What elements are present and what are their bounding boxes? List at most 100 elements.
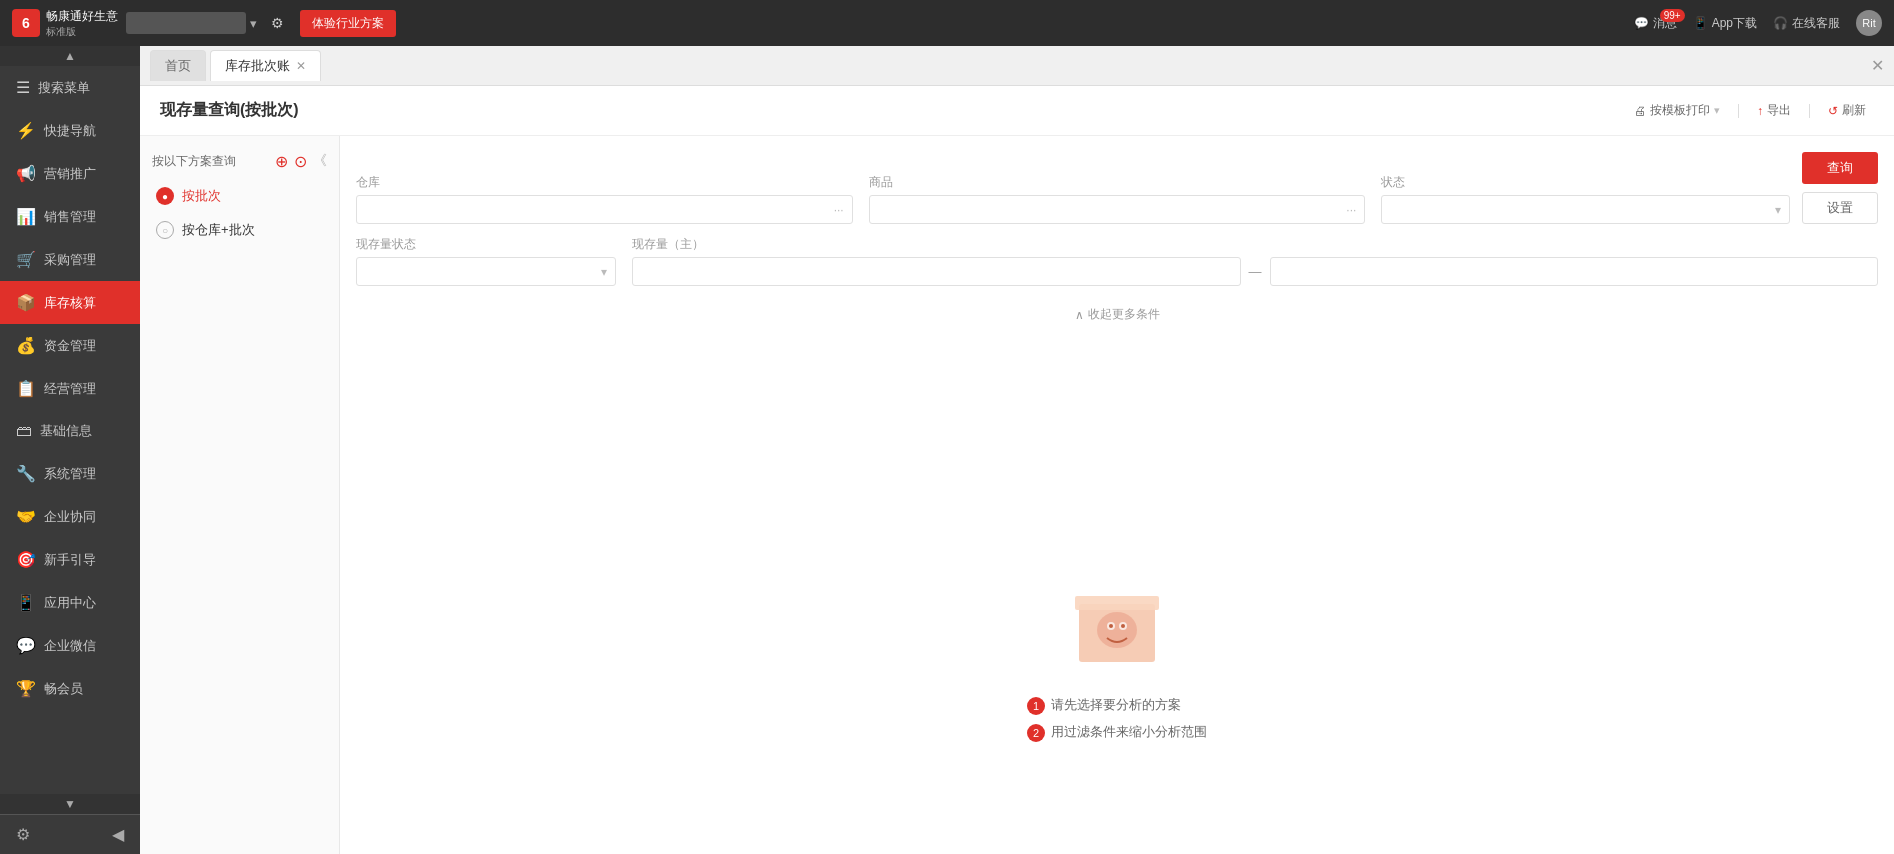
filter-inventory-main: 现存量（主） — — [632, 236, 1878, 286]
sidebar-item-search-menu[interactable]: ☰ 搜索菜单 — [0, 66, 140, 109]
collapse-panel-icon[interactable]: 《 — [313, 152, 327, 171]
empty-icon — [1067, 576, 1167, 676]
filter-grid-row1: 仓库 ··· 商品 ··· — [356, 152, 1878, 224]
tab-home[interactable]: 首页 — [150, 50, 206, 81]
hint-num-1: 1 — [1027, 697, 1045, 715]
purchase-icon: 🛒 — [16, 250, 36, 269]
quick-nav-icon: ⚡ — [16, 121, 36, 140]
enterprise-wechat-icon: 💬 — [16, 636, 36, 655]
sidebar-item-label: 经营管理 — [44, 380, 96, 398]
sidebar-item-finance[interactable]: 💰 资金管理 — [0, 324, 140, 367]
sidebar-item-business[interactable]: 📋 经营管理 — [0, 367, 140, 410]
messages-button[interactable]: 💬 消息 99+ — [1634, 15, 1677, 32]
print-template-button[interactable]: 🖨 按模板打印 ▾ — [1626, 98, 1728, 123]
filter-panel: 仓库 ··· 商品 ··· — [340, 136, 1894, 471]
sidebar-item-marketing[interactable]: 📢 营销推广 — [0, 152, 140, 195]
panel-item-by-warehouse-batch[interactable]: ○ 按仓库+批次 — [140, 213, 339, 247]
sidebar-item-app-center[interactable]: 📱 应用中心 — [0, 581, 140, 624]
warehouse-input[interactable] — [357, 196, 826, 223]
status-label: 状态 — [1381, 174, 1790, 191]
warehouse-more-icon[interactable]: ··· — [826, 203, 852, 217]
headset-icon: 🎧 — [1773, 16, 1788, 30]
app-download-icon: 📱 — [1693, 16, 1708, 30]
goods-input[interactable] — [870, 196, 1339, 223]
print-template-label: 按模板打印 — [1650, 102, 1710, 119]
sidebar-item-inventory[interactable]: 📦 库存核算 — [0, 281, 140, 324]
tab-bar: 首页 库存批次账 ✕ ✕ — [140, 46, 1894, 86]
tab-home-label: 首页 — [165, 57, 191, 75]
online-service-button[interactable]: 🎧 在线客服 — [1773, 15, 1840, 32]
refresh-label: 刷新 — [1842, 102, 1866, 119]
action-buttons: 查询 设置 — [1802, 152, 1878, 224]
search-wrapper[interactable]: ▾ — [126, 12, 257, 34]
brand-name: 畅康通好生意 — [46, 8, 118, 25]
search-dropdown-icon[interactable]: ▾ — [250, 16, 257, 31]
sidebar-item-system[interactable]: 🔧 系统管理 — [0, 452, 140, 495]
query-button[interactable]: 查询 — [1802, 152, 1878, 184]
vip-icon: 🏆 — [16, 679, 36, 698]
panel-header-icons: ⊕ ⊙ 《 — [275, 152, 327, 171]
system-icon: 🔧 — [16, 464, 36, 483]
sidebar-scroll-up[interactable]: ▲ — [0, 46, 140, 66]
filter-inventory-status: 现存量状态 ▾ — [356, 236, 616, 286]
inventory-from-wrapper — [632, 257, 1241, 286]
standard-badge: 标准版 — [46, 25, 118, 39]
sidebar-item-vip[interactable]: 🏆 畅会员 — [0, 667, 140, 710]
tab-inventory-batch[interactable]: 库存批次账 ✕ — [210, 50, 321, 81]
search-input[interactable] — [126, 12, 246, 34]
inventory-range: — — [632, 257, 1878, 286]
sidebar-item-label: 新手引导 — [44, 551, 96, 569]
sidebar-item-label: 畅会员 — [44, 680, 83, 698]
sidebar-item-purchase[interactable]: 🛒 采购管理 — [0, 238, 140, 281]
inventory-to-input[interactable] — [1271, 258, 1878, 285]
inventory-status-label: 现存量状态 — [356, 236, 616, 253]
by-batch-label: 按批次 — [182, 187, 221, 205]
collapse-more-button[interactable]: ∧ 收起更多条件 — [356, 298, 1878, 331]
panel-header: 按以下方案查询 ⊕ ⊙ 《 — [140, 148, 339, 179]
cooperation-icon: 🤝 — [16, 507, 36, 526]
tab-close-panel-icon[interactable]: ✕ — [1871, 56, 1884, 75]
sidebar-item-cooperation[interactable]: 🤝 企业协同 — [0, 495, 140, 538]
logo-icon: 6 — [12, 9, 40, 37]
inventory-from-input[interactable] — [633, 258, 1240, 285]
export-button[interactable]: ↑ 导出 — [1749, 98, 1799, 123]
content-body: 按以下方案查询 ⊕ ⊙ 《 ● 按批次 ○ 按仓库+批次 — [140, 136, 1894, 854]
tab-close-icon[interactable]: ✕ — [296, 59, 306, 73]
add-scheme-icon[interactable]: ⊕ — [275, 152, 288, 171]
inventory-status-select[interactable] — [357, 258, 593, 285]
sidebar-item-newbie[interactable]: 🎯 新手引导 — [0, 538, 140, 581]
status-select[interactable] — [1382, 196, 1767, 223]
sidebar-item-sales[interactable]: 📊 销售管理 — [0, 195, 140, 238]
sidebar-settings-icon[interactable]: ⚙ — [16, 825, 30, 844]
sidebar-collapse-icon[interactable]: ◀ — [112, 825, 124, 844]
sidebar-item-enterprise-wechat[interactable]: 💬 企业微信 — [0, 624, 140, 667]
sidebar-scroll-down[interactable]: ▼ — [0, 794, 140, 814]
user-area[interactable]: Rit — [1856, 10, 1882, 36]
refresh-button[interactable]: ↺ 刷新 — [1820, 98, 1874, 123]
sidebar-item-basic[interactable]: 🗃 基础信息 — [0, 410, 140, 452]
sidebar-item-quick-nav[interactable]: ⚡ 快捷导航 — [0, 109, 140, 152]
collapse-text: 收起更多条件 — [1088, 306, 1160, 323]
sidebar-item-label: 资金管理 — [44, 337, 96, 355]
refresh-icon: ↺ — [1828, 104, 1838, 118]
scheme-settings-icon[interactable]: ⊙ — [294, 152, 307, 171]
settings-button[interactable]: 设置 — [1802, 192, 1878, 224]
app-download-button[interactable]: 📱 App下载 — [1693, 15, 1757, 32]
experience-industry-button[interactable]: 体验行业方案 — [300, 10, 396, 37]
inventory-status-select-wrapper: ▾ — [356, 257, 616, 286]
topbar-right: 💬 消息 99+ 📱 App下载 🎧 在线客服 Rit — [1634, 10, 1882, 36]
panel-item-by-batch[interactable]: ● 按批次 — [140, 179, 339, 213]
status-select-wrapper: ▾ — [1381, 195, 1790, 224]
page-header: 现存量查询(按批次) 🖨 按模板打印 ▾ ↑ 导出 ↺ 刷 — [140, 86, 1894, 136]
finance-icon: 💰 — [16, 336, 36, 355]
right-content: 仓库 ··· 商品 ··· — [340, 136, 1894, 854]
sidebar-item-label: 快捷导航 — [44, 122, 96, 140]
sidebar-bottom: ⚙ ◀ — [0, 814, 140, 854]
print-icon: 🖨 — [1634, 104, 1646, 118]
goods-more-icon[interactable]: ··· — [1338, 203, 1364, 217]
sidebar-item-label: 库存核算 — [44, 294, 96, 312]
sales-icon: 📊 — [16, 207, 36, 226]
topbar-settings-icon[interactable]: ⚙ — [271, 15, 284, 31]
print-dropdown-icon[interactable]: ▾ — [1714, 104, 1720, 117]
tab-inventory-batch-label: 库存批次账 — [225, 57, 290, 75]
